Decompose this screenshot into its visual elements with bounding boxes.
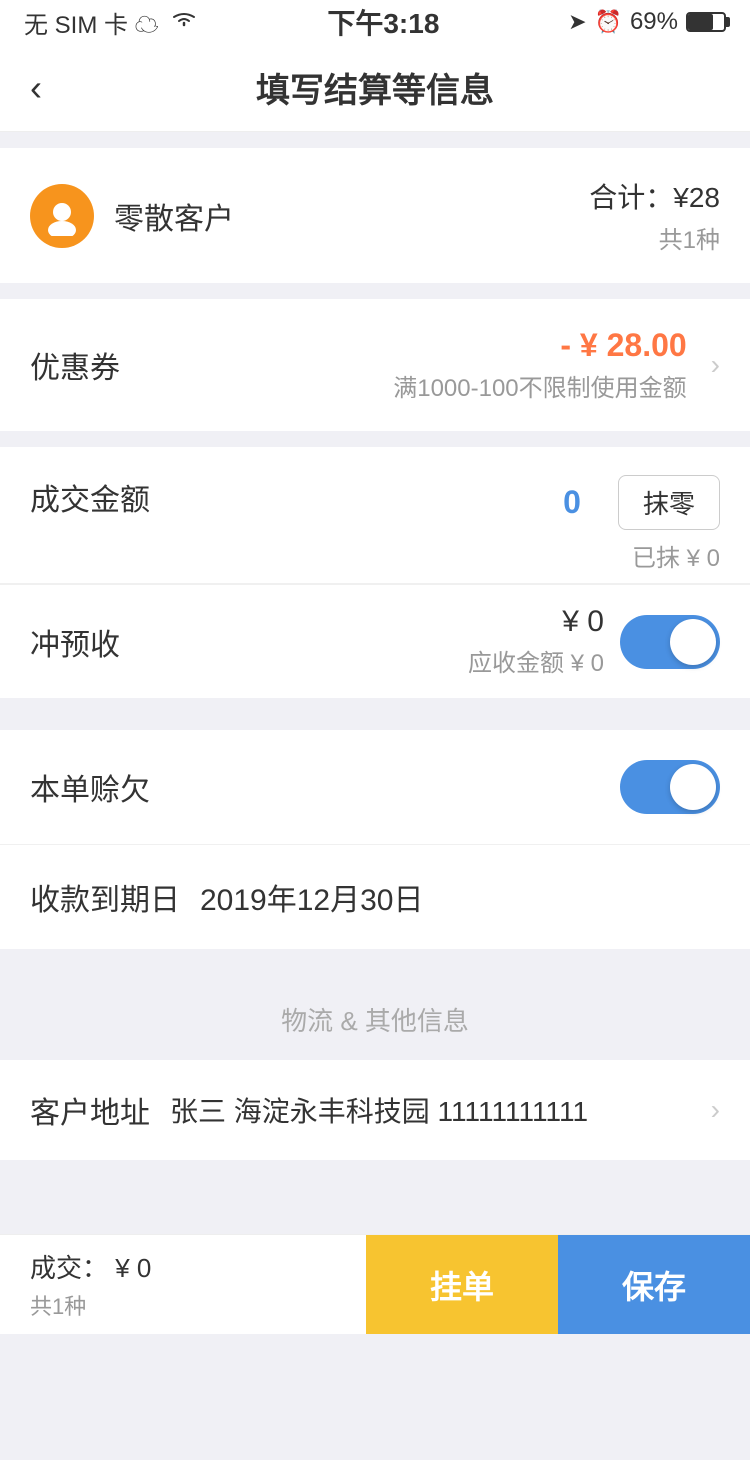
amount-top: 0 抹零 <box>542 475 720 530</box>
divider-2 <box>0 431 750 447</box>
address-left: 客户地址 张三 海淀永丰科技园 11111111111 <box>30 1088 588 1132</box>
alarm-icon: ⏰ <box>595 9 622 35</box>
prepay-info: ¥ 0 应收金额 ¥ 0 <box>468 605 604 678</box>
coupon-section: 优惠券 - ¥ 28.00 满1000-100不限制使用金额 › <box>0 299 750 431</box>
coupon-row[interactable]: 优惠券 - ¥ 28.00 满1000-100不限制使用金额 › <box>0 299 750 431</box>
prepay-toggle[interactable] <box>620 615 720 669</box>
due-date-label: 收款到期日 <box>30 875 180 919</box>
transaction-row: 成交金额 0 抹零 已抹 ¥ 0 <box>0 447 750 584</box>
debt-row: 本单赊欠 <box>30 760 720 814</box>
customer-right: 合计：¥28 共1种 <box>589 176 720 255</box>
due-date-row: 收款到期日 2019年12月30日 <box>30 875 720 919</box>
due-date-section: 收款到期日 2019年12月30日 <box>0 844 750 949</box>
location-icon: ➤ <box>568 9 586 35</box>
logistics-label: 物流 & 其他信息 <box>281 1006 469 1036</box>
address-value: 张三 海淀永丰科技园 11111111111 <box>170 1090 588 1130</box>
toggle-knob <box>670 619 716 665</box>
address-chevron-icon: › <box>711 1094 720 1126</box>
prepay-row: 冲预收 ¥ 0 应收金额 ¥ 0 <box>0 584 750 698</box>
debt-toggle[interactable] <box>620 760 720 814</box>
save-button[interactable]: 保存 <box>558 1235 750 1334</box>
bottom-deal-count: 共1种 <box>30 1289 336 1321</box>
logistics-section: 物流 & 其他信息 <box>0 981 750 1058</box>
transaction-sub: 已抹 ¥ 0 <box>632 538 720 573</box>
transaction-label: 成交金额 <box>30 475 150 519</box>
prepay-sub: 应收金额 ¥ 0 <box>468 643 604 678</box>
debt-section: 本单赊欠 <box>0 730 750 844</box>
customer-count: 共1种 <box>589 220 720 255</box>
coupon-desc: 满1000-100不限制使用金额 <box>393 368 686 403</box>
transaction-right: 0 抹零 已抹 ¥ 0 <box>542 475 720 573</box>
customer-total: 合计：¥28 <box>589 176 720 216</box>
status-bar: 无 SIM 卡 ☁ 下午3:18 ➤ ⏰ 69% <box>0 0 750 44</box>
battery-label: 69% <box>630 8 678 36</box>
customer-avatar <box>30 184 94 248</box>
divider-4 <box>0 949 750 965</box>
coupon-amount: - ¥ 28.00 <box>393 327 686 364</box>
back-button[interactable]: ‹ <box>30 57 62 119</box>
due-date-value[interactable]: 2019年12月30日 <box>200 875 423 919</box>
status-right: ➤ ⏰ 69% <box>568 8 726 36</box>
chevron-right-icon: › <box>711 349 720 381</box>
bottom-bar: 成交： ¥ 0 共1种 挂单 保存 <box>0 1234 750 1334</box>
customer-section: 零散客户 合计：¥28 共1种 <box>0 148 750 283</box>
prepay-label: 冲预收 <box>30 620 120 664</box>
page-title: 填写结算等信息 <box>256 63 494 112</box>
wifi-icon <box>169 8 199 36</box>
prepay-right: ¥ 0 应收金额 ¥ 0 <box>468 605 720 678</box>
status-left: 无 SIM 卡 ☁ <box>24 5 199 40</box>
divider-1 <box>0 283 750 299</box>
time-label: 下午3:18 <box>327 2 439 42</box>
debt-label: 本单赊欠 <box>30 765 150 809</box>
customer-left: 零散客户 <box>30 184 234 248</box>
nav-bar: ‹ 填写结算等信息 <box>0 44 750 132</box>
customer-name: 零散客户 <box>114 194 234 238</box>
prepay-amount: ¥ 0 <box>468 605 604 639</box>
divider-3 <box>0 698 750 714</box>
coupon-right: - ¥ 28.00 满1000-100不限制使用金额 › <box>393 327 720 403</box>
transaction-value[interactable]: 0 <box>542 484 602 521</box>
address-section[interactable]: 客户地址 张三 海淀永丰科技园 11111111111 › <box>0 1060 750 1160</box>
bottom-deal-label: 成交： ¥ 0 <box>30 1248 336 1285</box>
hold-button[interactable]: 挂单 <box>366 1235 558 1334</box>
battery-icon <box>686 12 726 32</box>
bottom-info: 成交： ¥ 0 共1种 <box>0 1235 366 1334</box>
coupon-info: - ¥ 28.00 满1000-100不限制使用金额 <box>393 327 686 403</box>
coupon-label: 优惠券 <box>30 343 120 387</box>
sim-label: 无 SIM 卡 ☁ <box>24 5 159 40</box>
address-label: 客户地址 <box>30 1088 150 1132</box>
transaction-section: 成交金额 0 抹零 已抹 ¥ 0 冲预收 ¥ 0 应收金额 ¥ 0 <box>0 447 750 698</box>
round-button[interactable]: 抹零 <box>618 475 720 530</box>
debt-toggle-knob <box>670 764 716 810</box>
